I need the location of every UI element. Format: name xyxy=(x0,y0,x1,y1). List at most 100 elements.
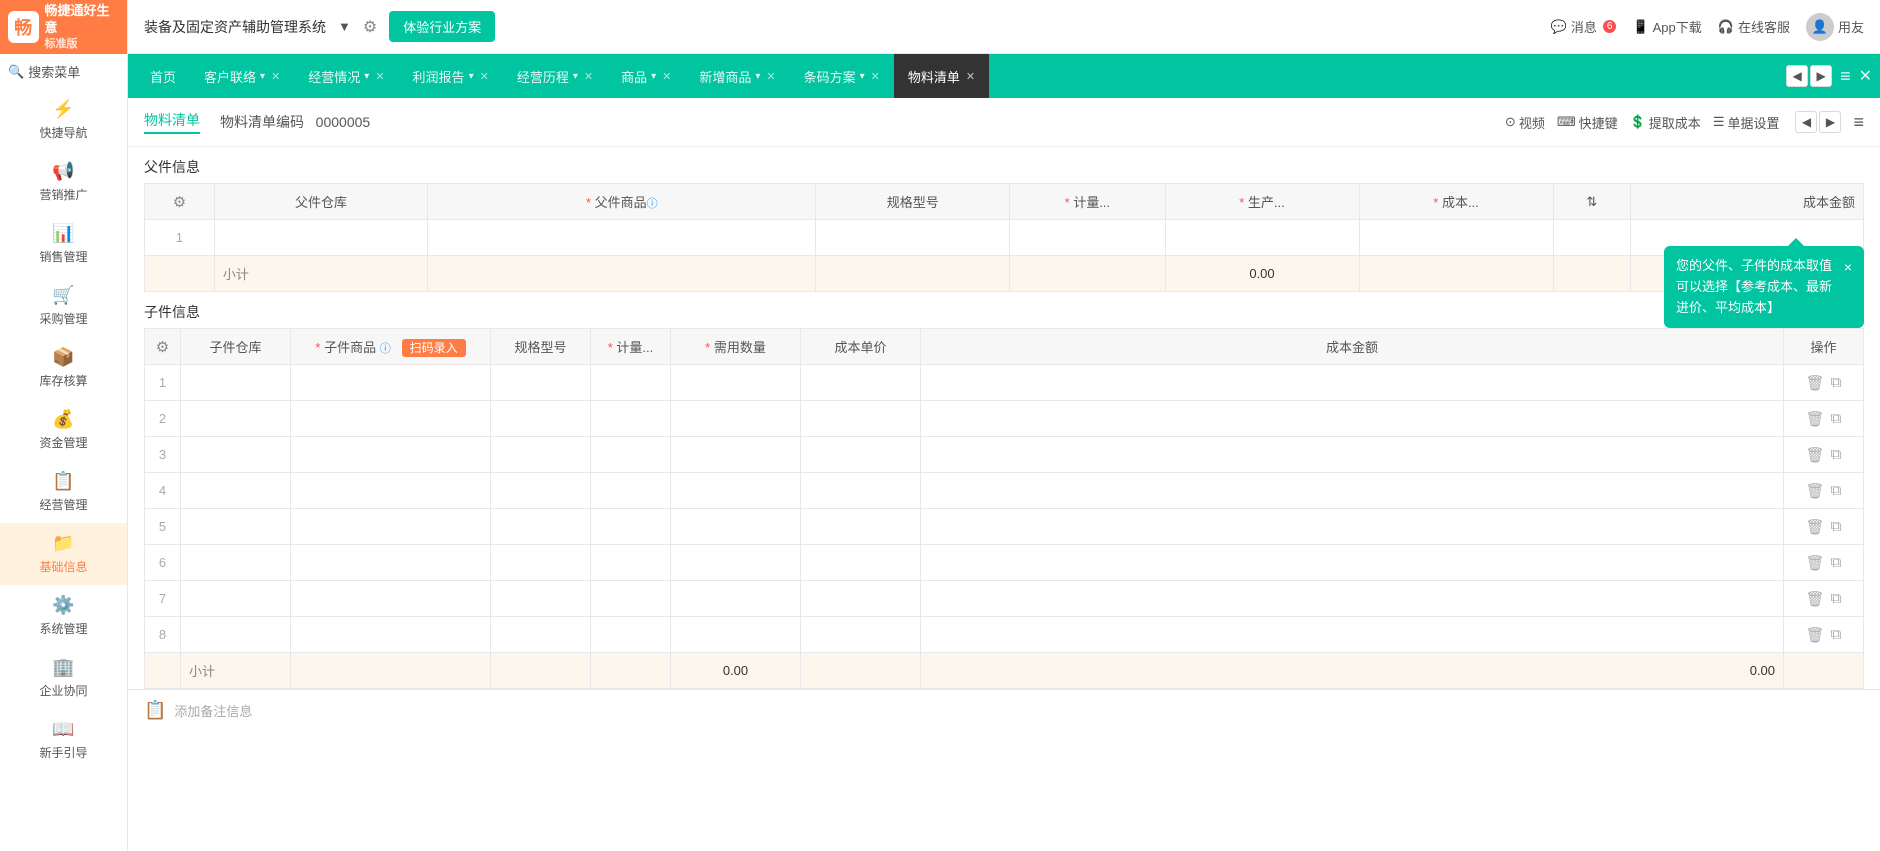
child-cost-unit-cell[interactable] xyxy=(801,401,921,437)
child-warehouse-cell[interactable] xyxy=(181,473,291,509)
delete-icon[interactable]: 🗑 xyxy=(1806,626,1825,644)
child-spec-cell[interactable] xyxy=(491,509,591,545)
message-btn[interactable]: 💬 消息 6 xyxy=(1551,17,1617,36)
child-warehouse-cell[interactable] xyxy=(181,509,291,545)
sidebar-item-guide[interactable]: 📖 新手引导 xyxy=(0,709,127,771)
child-qty-cell[interactable] xyxy=(591,545,671,581)
user-menu[interactable]: 👤 用友 xyxy=(1806,13,1864,41)
sidebar-item-marketing[interactable]: 📢 营销推广 xyxy=(0,151,127,213)
child-spec-cell[interactable] xyxy=(491,617,591,653)
system-dropdown[interactable]: ▼ xyxy=(338,19,351,34)
child-spec-cell[interactable] xyxy=(491,581,591,617)
app-download-btn[interactable]: 📱 App下载 xyxy=(1632,17,1701,36)
settings-btn[interactable]: ☰ 单据设置 xyxy=(1713,113,1780,132)
child-warehouse-cell[interactable] xyxy=(181,437,291,473)
view-btn[interactable]: ⊙ 视频 xyxy=(1505,113,1545,132)
tab-close[interactable]: ✕ xyxy=(271,70,280,83)
sub-tab-bom-list[interactable]: 物料清单 xyxy=(144,110,200,134)
tab-close[interactable]: ✕ xyxy=(662,70,671,83)
child-qty-cell[interactable] xyxy=(591,617,671,653)
delete-icon[interactable]: 🗑 xyxy=(1806,554,1825,572)
child-cost-unit-cell[interactable] xyxy=(801,617,921,653)
parent-produce-cell[interactable] xyxy=(1165,220,1359,256)
copy-icon[interactable]: ⧉ xyxy=(1831,626,1842,643)
sidebar-item-quick-nav[interactable]: ⚡ 快捷导航 xyxy=(0,89,127,151)
tab-close[interactable]: ✕ xyxy=(966,70,975,83)
child-goods-cell[interactable] xyxy=(291,401,491,437)
page-prev-btn[interactable]: ◀ xyxy=(1795,111,1817,133)
copy-icon[interactable]: ⧉ xyxy=(1831,554,1842,571)
parent-cost-cell[interactable] xyxy=(1359,220,1553,256)
child-spec-cell[interactable] xyxy=(491,401,591,437)
tab-close[interactable]: ✕ xyxy=(375,70,384,83)
add-notes-text[interactable]: 添加备注信息 xyxy=(174,701,252,720)
close-all-tabs[interactable]: ✕ xyxy=(1859,66,1872,86)
tab-home[interactable]: 首页 xyxy=(136,54,190,98)
delete-icon[interactable]: 🗑 xyxy=(1806,590,1825,608)
delete-icon[interactable]: 🗑 xyxy=(1806,446,1825,464)
delete-icon[interactable]: 🗑 xyxy=(1806,482,1825,500)
child-goods-cell[interactable] xyxy=(291,437,491,473)
online-service-btn[interactable]: 🎧 在线客服 xyxy=(1718,17,1790,36)
parent-spec-cell[interactable] xyxy=(816,220,1010,256)
child-needed-cell[interactable] xyxy=(671,473,801,509)
sidebar-item-finance[interactable]: 💰 资金管理 xyxy=(0,399,127,461)
child-goods-cell[interactable] xyxy=(291,365,491,401)
shortcut-btn[interactable]: ⌨ 快捷键 xyxy=(1557,113,1618,132)
child-needed-cell[interactable] xyxy=(671,401,801,437)
trial-button[interactable]: 体验行业方案 xyxy=(389,11,495,42)
sub-tab-bom-code[interactable]: 物料清单编码 0000005 xyxy=(220,112,370,132)
scan-input-btn[interactable]: 扫码录入 xyxy=(402,339,466,357)
tooltip-close-btn[interactable]: × xyxy=(1844,256,1852,278)
child-qty-cell[interactable] xyxy=(591,365,671,401)
child-qty-cell[interactable] xyxy=(591,437,671,473)
child-needed-cell[interactable] xyxy=(671,365,801,401)
child-goods-cell[interactable] xyxy=(291,509,491,545)
tab-close[interactable]: ✕ xyxy=(766,70,775,83)
child-goods-cell[interactable] xyxy=(291,581,491,617)
sidebar-item-enterprise[interactable]: 🏢 企业协同 xyxy=(0,647,127,709)
child-cost-unit-cell[interactable] xyxy=(801,545,921,581)
child-cost-unit-cell[interactable] xyxy=(801,473,921,509)
tab-close[interactable]: ✕ xyxy=(480,70,489,83)
tab-bom[interactable]: 物料清单 ✕ xyxy=(894,54,989,98)
child-warehouse-cell[interactable] xyxy=(181,365,291,401)
child-spec-cell[interactable] xyxy=(491,473,591,509)
child-goods-cell[interactable] xyxy=(291,545,491,581)
col-settings-icon2[interactable]: ⚙ xyxy=(156,339,169,356)
child-needed-cell[interactable] xyxy=(671,509,801,545)
parent-warehouse-cell[interactable] xyxy=(214,220,427,256)
copy-icon[interactable]: ⧉ xyxy=(1831,374,1842,391)
tab-barcode[interactable]: 条码方案 ▾ ✕ xyxy=(790,54,894,98)
child-cost-unit-cell[interactable] xyxy=(801,365,921,401)
child-qty-cell[interactable] xyxy=(591,473,671,509)
tab-goods[interactable]: 商品 ▾ ✕ xyxy=(607,54,685,98)
child-warehouse-cell[interactable] xyxy=(181,617,291,653)
delete-icon[interactable]: 🗑 xyxy=(1806,518,1825,536)
page-next-btn[interactable]: ▶ xyxy=(1819,111,1841,133)
search-menu[interactable]: 🔍 搜索菜单 xyxy=(0,54,127,89)
tab-prev-btn[interactable]: ◀ xyxy=(1786,65,1808,87)
child-cost-unit-cell[interactable] xyxy=(801,509,921,545)
col-settings-icon[interactable]: ⚙ xyxy=(173,194,186,211)
tab-add-goods[interactable]: 新增商品 ▾ ✕ xyxy=(685,54,789,98)
child-goods-cell[interactable] xyxy=(291,617,491,653)
child-spec-cell[interactable] xyxy=(491,437,591,473)
tab-history[interactable]: 经营历程 ▾ ✕ xyxy=(503,54,607,98)
tab-customer[interactable]: 客户联络 ▾ ✕ xyxy=(190,54,294,98)
child-warehouse-cell[interactable] xyxy=(181,545,291,581)
gear-icon[interactable]: ⚙ xyxy=(363,17,377,37)
child-qty-cell[interactable] xyxy=(591,401,671,437)
child-warehouse-cell[interactable] xyxy=(181,581,291,617)
tab-profit[interactable]: 利润报告 ▾ ✕ xyxy=(399,54,503,98)
cost-btn[interactable]: 💲 提取成本 xyxy=(1630,113,1701,132)
delete-icon[interactable]: 🗑 xyxy=(1806,410,1825,428)
view-mode-icon[interactable]: ≡ xyxy=(1853,112,1864,133)
copy-icon[interactable]: ⧉ xyxy=(1831,590,1842,607)
copy-icon[interactable]: ⧉ xyxy=(1831,410,1842,427)
tab-next-btn[interactable]: ▶ xyxy=(1810,65,1832,87)
sidebar-item-operations[interactable]: 📋 经营管理 xyxy=(0,461,127,523)
tab-menu-icon[interactable]: ≡ xyxy=(1840,66,1851,87)
child-needed-cell[interactable] xyxy=(671,617,801,653)
child-needed-cell[interactable] xyxy=(671,581,801,617)
